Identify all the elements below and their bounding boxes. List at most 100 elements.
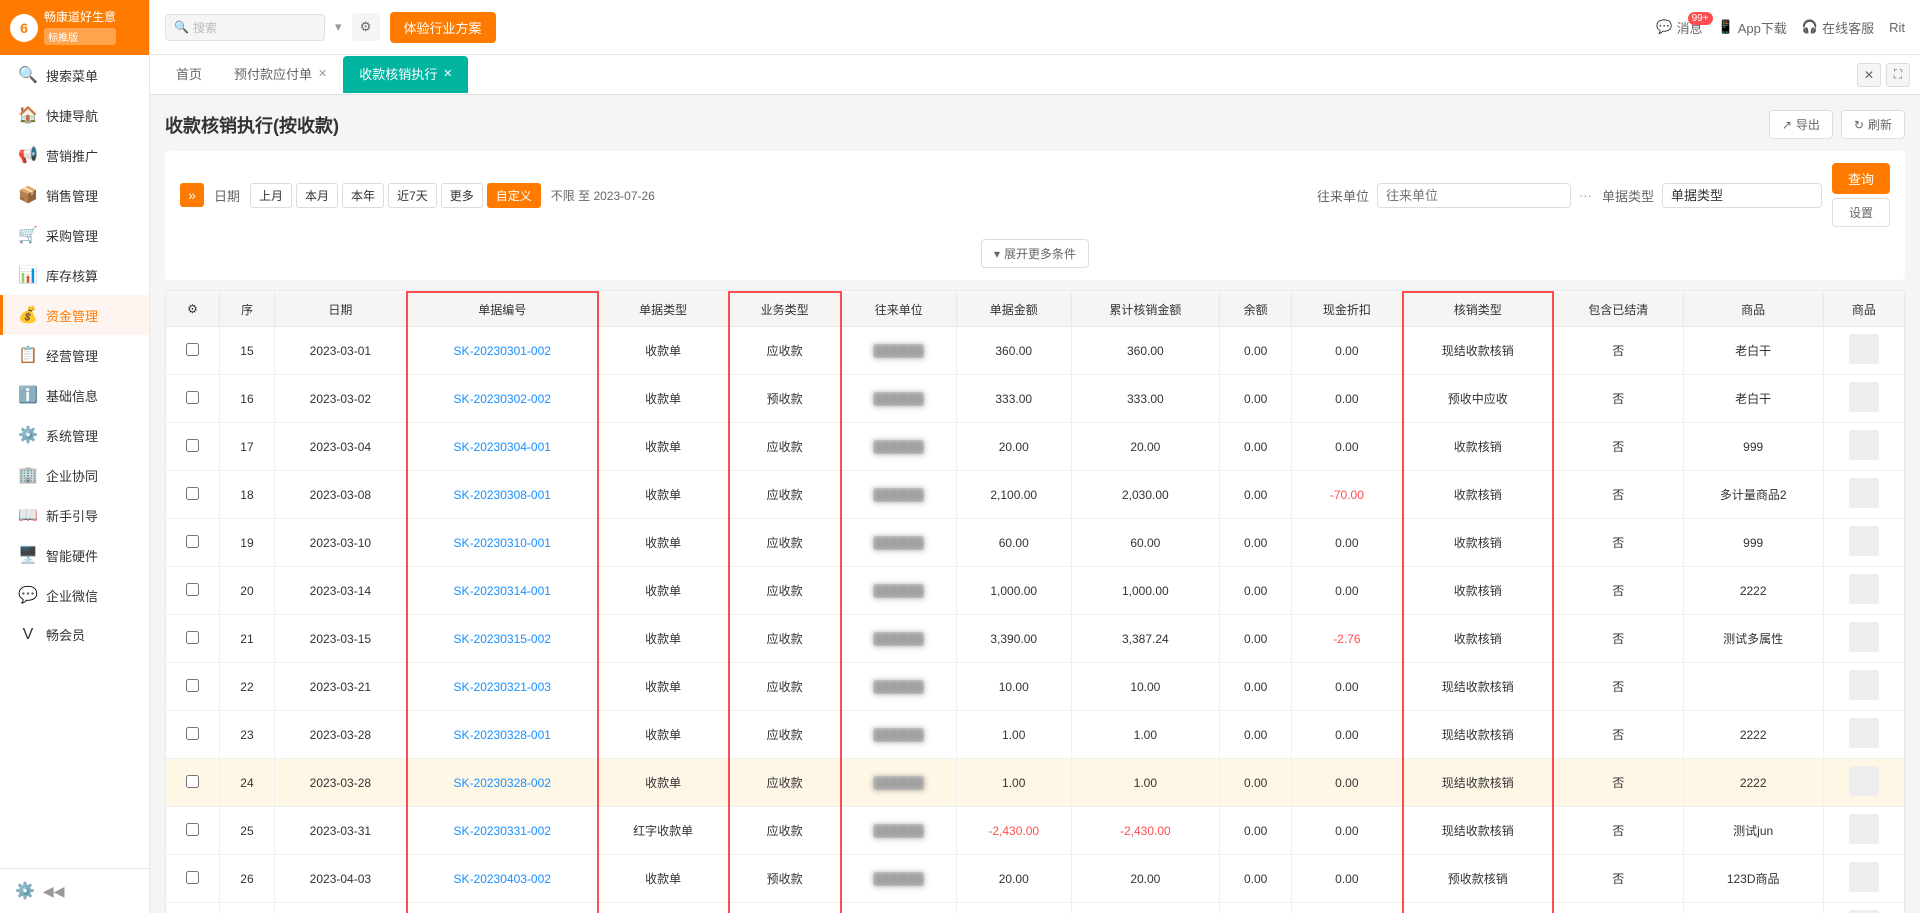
sidebar-item-system[interactable]: ⚙️系统管理 [0,415,149,455]
row-checkbox[interactable] [186,823,199,836]
online-service-button[interactable]: 🎧 在线客服 [1802,18,1874,37]
row-checkbox[interactable] [186,487,199,500]
unit-input[interactable] [1377,183,1571,208]
cell-doc-no: SK-20230403-002 [407,855,598,903]
tab-maximize-button[interactable]: ⛶ [1886,63,1910,87]
doc-no-link[interactable]: SK-20230310-001 [454,536,551,550]
tab-prepay[interactable]: 预付款应付单 ✕ [218,56,343,93]
sidebar-item-sales[interactable]: 📦销售管理 [0,175,149,215]
query-button[interactable]: 查询 [1832,163,1890,194]
row-checkbox[interactable] [186,727,199,740]
gear-button[interactable]: ⚙ [352,13,380,41]
partner-name-blurred: ██████ [873,824,924,838]
custom-date-button[interactable]: 自定义 [487,183,541,208]
cell-checkbox[interactable] [166,519,220,567]
doc-no-link[interactable]: SK-20230328-002 [454,776,551,790]
doc-no-link[interactable]: SK-20230403-002 [454,872,551,886]
doc-no-link[interactable]: SK-20230314-001 [454,584,551,598]
row-checkbox[interactable] [186,871,199,884]
tab-collection[interactable]: 收款核销执行 ✕ [343,56,468,93]
tab-collection-close[interactable]: ✕ [443,67,452,80]
doc-no-link[interactable]: SK-20230328-001 [454,728,551,742]
sidebar-item-finance[interactable]: 💰资金管理 [0,295,149,335]
more-date-button[interactable]: 更多 [441,183,483,208]
cell-goods: 衣服00001 [1683,903,1823,913]
sidebar-item-purchase[interactable]: 🛒采购管理 [0,215,149,255]
cell-checkbox[interactable] [166,567,220,615]
row-checkbox[interactable] [186,439,199,452]
sidebar-item-basic[interactable]: ℹ️基础信息 [0,375,149,415]
topbar-search[interactable]: 🔍 搜索 [165,14,325,41]
cell-checkbox[interactable] [166,759,220,807]
cell-checkbox[interactable] [166,615,220,663]
last-7days-button[interactable]: 近7天 [388,183,437,208]
cell-checkbox[interactable] [166,423,220,471]
table-row: 17 2023-03-04 SK-20230304-001 收款单 应收款 ██… [166,423,1904,471]
partner-name-blurred: ██████ [873,728,924,742]
this-month-button[interactable]: 本月 [296,183,338,208]
sidebar-item-guide[interactable]: 📖新手引导 [0,495,149,535]
tab-home[interactable]: 首页 [160,56,218,93]
cell-checkbox[interactable] [166,903,220,913]
last-month-button[interactable]: 上月 [250,183,292,208]
sidebar-item-label-management: 经营管理 [46,346,98,365]
sidebar-item-inventory[interactable]: 📊库存核算 [0,255,149,295]
doc-no-link[interactable]: SK-20230302-002 [454,392,551,406]
sidebar-collapse-icon[interactable]: ◀◀ [43,883,65,900]
solution-button[interactable]: 体验行业方案 [390,12,496,43]
doc-type-select[interactable]: 单据类型 [1662,183,1822,208]
cell-checkbox[interactable] [166,855,220,903]
col-goods: 商品 [1683,292,1823,327]
sidebar-item-label-system: 系统管理 [46,426,98,445]
cell-biz-type: 预收款 [729,375,841,423]
cell-checkbox[interactable] [166,711,220,759]
cell-checkbox[interactable] [166,375,220,423]
row-checkbox[interactable] [186,391,199,404]
expand-more-conditions-button[interactable]: ▾ 展开更多条件 [981,239,1089,268]
tab-prepay-close[interactable]: ✕ [318,67,327,80]
cell-cash-discount: 0.00 [1292,567,1403,615]
filter-expand-button[interactable]: » [180,183,204,207]
settings-button[interactable]: 设置 [1832,198,1890,227]
sidebar-item-enterprise[interactable]: 🏢企业协同 [0,455,149,495]
sidebar-item-search[interactable]: 🔍搜索菜单 [0,55,149,95]
sidebar-item-hardware[interactable]: 🖥️智能硬件 [0,535,149,575]
column-settings-icon[interactable]: ⚙ [187,302,198,316]
unit-more-icon[interactable]: ··· [1579,188,1592,203]
sidebar-item-quick-nav[interactable]: 🏠快捷导航 [0,95,149,135]
cell-checkbox[interactable] [166,327,220,375]
cell-amount: -2,430.00 [956,807,1071,855]
dropdown-chevron-icon[interactable]: ▾ [335,19,342,35]
doc-no-link[interactable]: SK-20230315-002 [454,632,551,646]
sidebar-item-member[interactable]: V畅会员 [0,615,149,654]
row-checkbox[interactable] [186,535,199,548]
app-download-button[interactable]: 📱 App下载 [1718,18,1787,37]
doc-no-link[interactable]: SK-20230301-002 [454,344,551,358]
doc-no-link[interactable]: SK-20230331-002 [454,824,551,838]
refresh-button[interactable]: ↻ 刷新 [1841,110,1905,139]
col-settings[interactable]: ⚙ [166,292,220,327]
sidebar-settings-icon[interactable]: ⚙️ [15,881,35,901]
cell-doc-type: 收款单 [598,855,729,903]
row-checkbox[interactable] [186,679,199,692]
sidebar-item-management[interactable]: 📋经营管理 [0,335,149,375]
message-button[interactable]: 💬 消息 99+ [1656,18,1702,37]
doc-no-link[interactable]: SK-20230308-001 [454,488,551,502]
cell-balance: 0.00 [1220,471,1292,519]
cell-checkbox[interactable] [166,663,220,711]
this-year-button[interactable]: 本年 [342,183,384,208]
sidebar-item-marketing[interactable]: 📢营销推广 [0,135,149,175]
doc-no-link[interactable]: SK-20230321-003 [454,680,551,694]
cell-checkbox[interactable] [166,807,220,855]
cell-balance: 0.00 [1220,711,1292,759]
cell-checkbox[interactable] [166,471,220,519]
tab-close-all-button[interactable]: ✕ [1857,63,1881,87]
doc-no-link[interactable]: SK-20230304-001 [454,440,551,454]
row-checkbox[interactable] [186,775,199,788]
sidebar-item-wechat[interactable]: 💬企业微信 [0,575,149,615]
row-checkbox[interactable] [186,343,199,356]
row-checkbox[interactable] [186,631,199,644]
row-checkbox[interactable] [186,583,199,596]
tabbar-actions: ✕ ⛶ [1857,63,1910,87]
export-button[interactable]: ↗ 导出 [1769,110,1833,139]
